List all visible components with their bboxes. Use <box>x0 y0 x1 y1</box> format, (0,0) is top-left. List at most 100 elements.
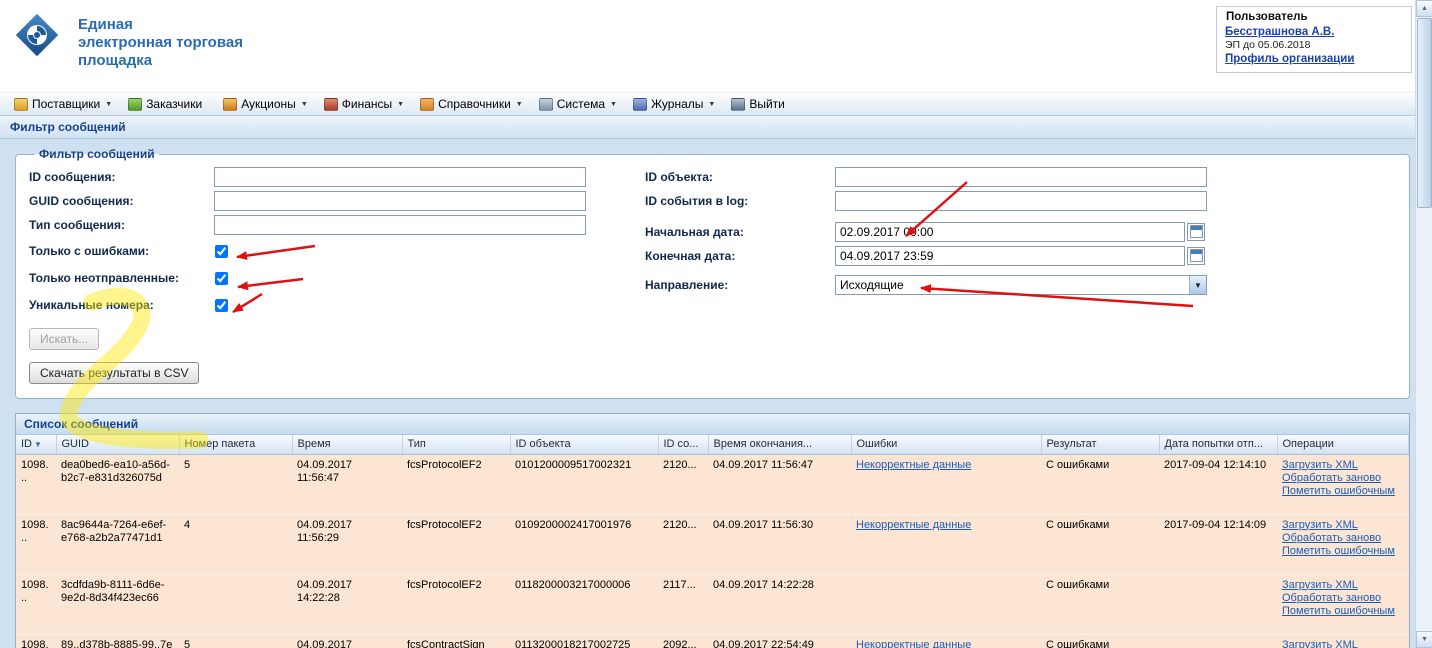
mark-erroneous-link[interactable]: Пометить ошибочным <box>1282 485 1404 498</box>
cell-type: fcsProtocolEF2 <box>402 514 510 575</box>
cell-operations: Загрузить XML Обработать заново Пометить… <box>1277 574 1409 635</box>
cell-id-so: 2092... <box>658 634 708 648</box>
cell-id: 1098... <box>16 514 56 575</box>
logo: Единая электронная торговая площадка <box>10 8 243 70</box>
system-icon <box>538 97 553 111</box>
menu-item-suppliers[interactable]: Поставщики ▼ <box>6 93 120 115</box>
table-row[interactable]: 1098... dea0bed6-ea10-a56d-b2c7-e831d326… <box>16 454 1409 515</box>
user-name-link[interactable]: Бесстрашнова А.В. <box>1225 25 1403 39</box>
direction-select[interactable]: Исходящие ▼ <box>835 275 1207 295</box>
menu-item-directories[interactable]: Справочники ▼ <box>412 93 531 115</box>
main-menu: Поставщики ▼ Заказчики Аукционы ▼ Финанс… <box>0 92 1432 116</box>
menu-label: Поставщики <box>32 97 101 111</box>
chevron-down-icon: ▼ <box>397 100 405 108</box>
chevron-down-icon[interactable]: ▼ <box>1189 276 1206 294</box>
object-id-input[interactable] <box>835 167 1207 187</box>
org-profile-link[interactable]: Профиль организации <box>1225 52 1403 66</box>
menu-label: Система <box>556 97 606 111</box>
cell-id: 1098... <box>16 574 56 635</box>
menu-item-journals[interactable]: Журналы ▼ <box>625 93 723 115</box>
customers-icon <box>128 97 143 111</box>
col-guid[interactable]: GUID <box>56 435 180 455</box>
cell-end-time: 04.09.2017 22:54:49 <box>708 634 851 648</box>
menu-item-auctions[interactable]: Аукционы ▼ <box>215 93 316 115</box>
load-xml-link[interactable]: Загрузить XML <box>1282 459 1404 472</box>
user-panel-title: Пользователь <box>1223 11 1311 23</box>
scroll-up-icon[interactable]: ▲ <box>1416 0 1432 17</box>
cell-packet-number: 5 <box>179 634 292 648</box>
chevron-down-icon: ▼ <box>708 100 716 108</box>
reprocess-link[interactable]: Обработать заново <box>1282 532 1404 545</box>
col-time[interactable]: Время <box>292 435 403 455</box>
menu-label: Выйти <box>749 97 785 111</box>
cell-operations: Загрузить XML Обработать заново Пометить… <box>1277 454 1409 515</box>
scroll-down-icon[interactable]: ▼ <box>1416 631 1432 648</box>
cell-packet-number: 5 <box>179 454 292 515</box>
reprocess-link[interactable]: Обработать заново <box>1282 592 1404 605</box>
col-end-time[interactable]: Время окончания... <box>708 435 852 455</box>
cell-time: 04.09.2017 22:54:48 <box>292 634 402 648</box>
menu-item-customers[interactable]: Заказчики <box>120 93 215 115</box>
table-row[interactable]: 1098... 89..d378b-8885-99..7e 5 04.09.20… <box>16 634 1409 648</box>
download-csv-button[interactable]: Скачать результаты в CSV <box>29 362 200 384</box>
col-id-so[interactable]: ID со... <box>658 435 709 455</box>
load-xml-link[interactable]: Загрузить XML <box>1282 579 1404 592</box>
col-attempt-date[interactable]: Дата попытки отп... <box>1159 435 1278 455</box>
message-type-input[interactable] <box>214 215 586 235</box>
reprocess-link[interactable]: Обработать заново <box>1282 472 1404 485</box>
table-header-row: ID ▼ GUID Номер пакета Время Тип ID объек… <box>16 435 1409 455</box>
message-guid-input[interactable] <box>214 191 586 211</box>
message-id-input[interactable] <box>214 167 586 187</box>
filter-panel: Фильтр сообщений ID сообщения: GUID сооб… <box>15 147 1410 399</box>
cell-type: fcsContractSign <box>402 634 510 648</box>
only-unsent-label: Только неотправленные: <box>29 271 179 285</box>
col-result[interactable]: Результат <box>1041 435 1160 455</box>
start-date-calendar-button[interactable] <box>1187 223 1205 241</box>
menu-item-exit[interactable]: Выйти <box>723 93 793 115</box>
col-errors[interactable]: Ошибки <box>851 435 1042 455</box>
col-object-id[interactable]: ID объекта <box>510 435 659 455</box>
menu-item-finance[interactable]: Финансы ▼ <box>316 93 412 115</box>
menu-label: Финансы <box>341 97 393 111</box>
calendar-icon <box>1189 225 1203 238</box>
col-id[interactable]: ID ▼ <box>16 435 57 455</box>
col-packet-number[interactable]: Номер пакета <box>179 435 293 455</box>
scrollbar-thumb[interactable] <box>1417 18 1432 208</box>
sort-arrow-icon: ▼ <box>34 440 42 450</box>
messages-table: ID ▼ GUID Номер пакета Время Тип ID объек… <box>16 435 1409 648</box>
only-errors-checkbox[interactable] <box>215 244 228 258</box>
col-type[interactable]: Тип <box>402 435 511 455</box>
table-row[interactable]: 1098... 8ac9644a-7264-e6ef-e768-a2b2a774… <box>16 514 1409 575</box>
load-xml-link[interactable]: Загрузить XML <box>1282 639 1404 648</box>
unique-numbers-checkbox[interactable] <box>215 298 228 312</box>
eetp-logo-icon <box>15 13 59 57</box>
mark-erroneous-link[interactable]: Пометить ошибочным <box>1282 605 1404 618</box>
mark-erroneous-link[interactable]: Пометить ошибочным <box>1282 545 1404 558</box>
journals-icon <box>632 97 647 111</box>
start-date-input[interactable] <box>835 222 1185 242</box>
exit-icon <box>731 97 746 111</box>
table-row[interactable]: 1098... 3cdfda9b-8111-6d6e-9e2d-8d34f423… <box>16 574 1409 635</box>
menu-label: Справочники <box>438 97 511 111</box>
chevron-down-icon: ▼ <box>300 100 308 108</box>
only-unsent-checkbox[interactable] <box>215 271 228 285</box>
col-operations[interactable]: Операции <box>1277 435 1409 455</box>
menu-item-system[interactable]: Система ▼ <box>531 93 625 115</box>
cell-time: 04.09.2017 14:22:28 <box>292 574 402 635</box>
end-date-input[interactable] <box>835 246 1185 266</box>
results-panel: Список сообщений ID ▼ GUID Номер пакета В… <box>15 413 1410 648</box>
vertical-scrollbar[interactable]: ▲ ▼ <box>1415 0 1432 648</box>
header: Единая электронная торговая площадка Пол… <box>0 0 1432 92</box>
error-details-link[interactable]: Некорректные данные <box>856 519 971 531</box>
object-id-label: ID объекта: <box>645 170 713 184</box>
cell-result: С ошибками <box>1041 634 1159 648</box>
end-date-calendar-button[interactable] <box>1187 247 1205 265</box>
direction-label: Направление: <box>645 278 729 292</box>
error-details-link[interactable]: Некорректные данные <box>856 459 971 471</box>
load-xml-link[interactable]: Загрузить XML <box>1282 519 1404 532</box>
menu-label: Заказчики <box>146 97 203 111</box>
search-button[interactable]: Искать... <box>29 328 100 350</box>
log-event-id-input[interactable] <box>835 191 1207 211</box>
unique-numbers-label: Уникальные номера: <box>29 298 154 312</box>
error-details-link[interactable]: Некорректные данные <box>856 639 971 648</box>
